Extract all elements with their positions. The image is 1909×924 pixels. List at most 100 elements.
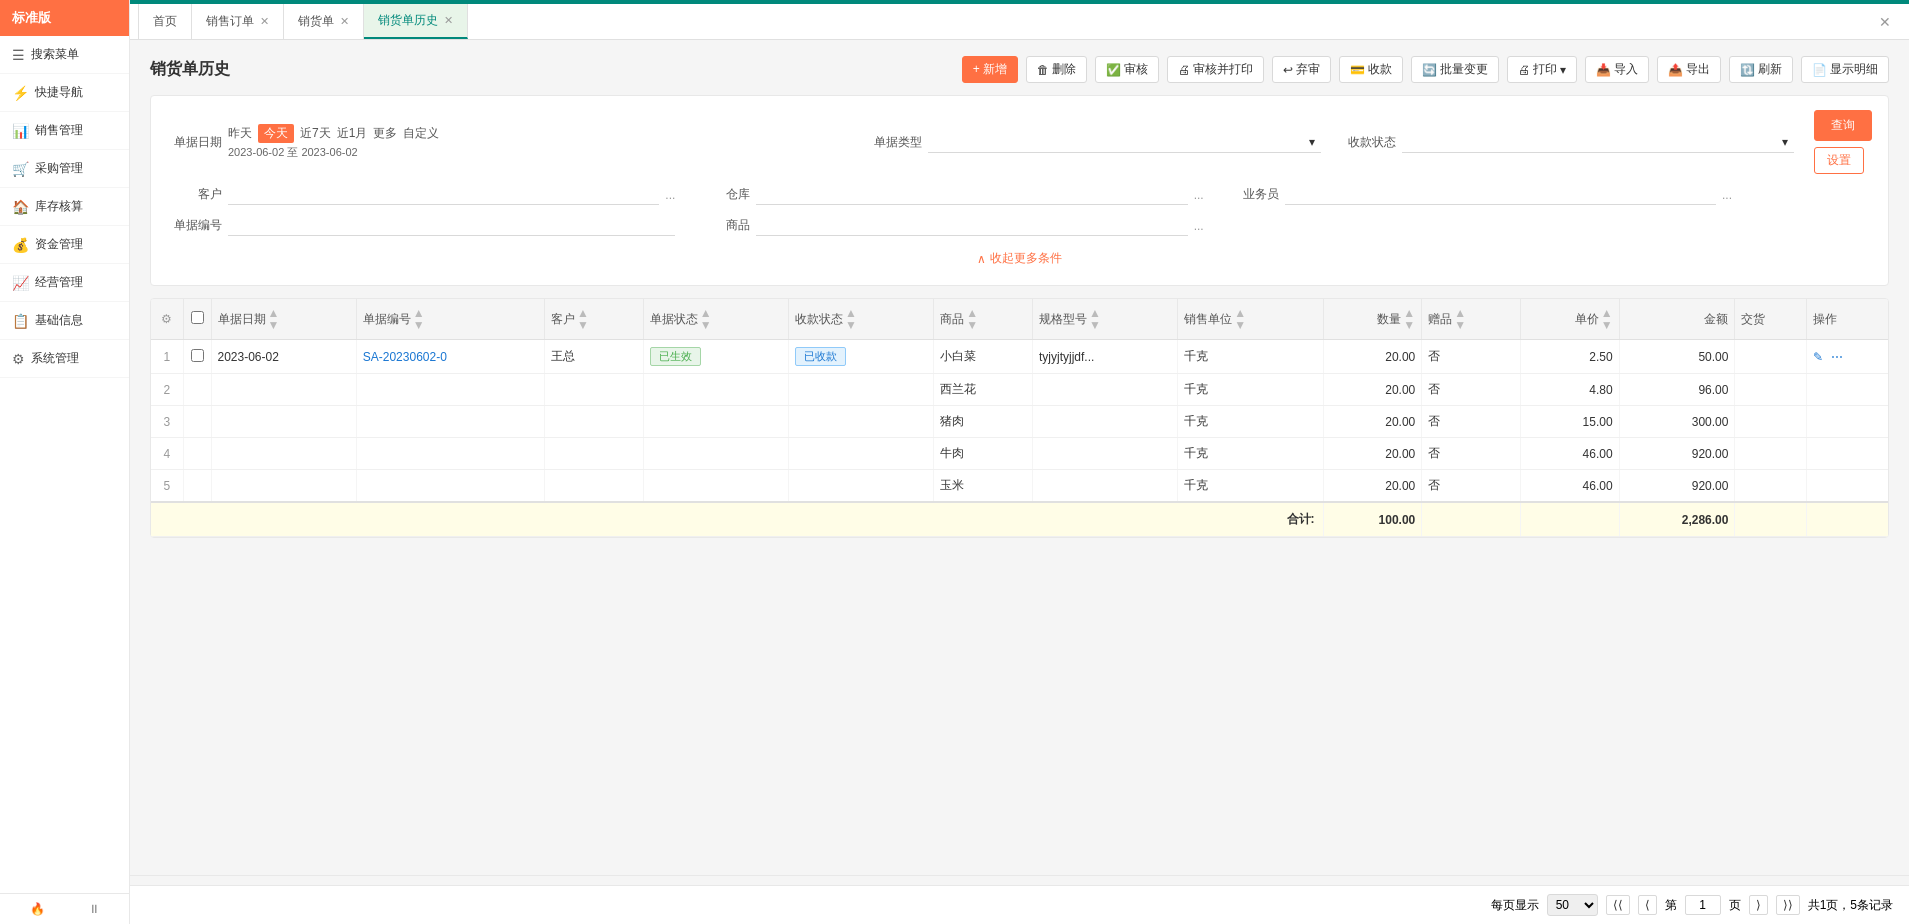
abandon-button[interactable]: ↩ 弃审	[1272, 56, 1331, 83]
sort-customer[interactable]: 客户 ▲▼	[551, 307, 589, 331]
sort-payment-status[interactable]: 收款状态 ▲▼	[795, 307, 857, 331]
filter-product-input[interactable]	[756, 215, 1187, 236]
sidebar-logo: 标准版	[0, 0, 129, 36]
edit-action[interactable]: ✎	[1813, 350, 1823, 364]
filter-customer-input[interactable]	[228, 184, 659, 205]
row-checkbox[interactable]	[191, 349, 204, 362]
sidebar-footer-icon1[interactable]: 🔥	[30, 902, 45, 916]
cell-payment-status	[789, 470, 934, 503]
cell-price: 15.00	[1520, 406, 1619, 438]
close-all-tabs-btn[interactable]: ✕	[1869, 14, 1901, 30]
summary-transaction-filler	[1735, 502, 1807, 537]
audit-button[interactable]: ✅ 审核	[1095, 56, 1159, 83]
sidebar-item-operations[interactable]: 📈 经营管理	[0, 264, 129, 302]
table-gear-icon[interactable]: ⚙	[161, 312, 172, 326]
batch-change-button[interactable]: 🔄 批量变更	[1411, 56, 1499, 83]
sidebar-item-sales-mgmt[interactable]: 📊 销售管理	[0, 112, 129, 150]
th-gear[interactable]: ⚙	[151, 299, 183, 340]
date-shortcut-more[interactable]: 更多	[373, 125, 397, 142]
date-shortcut-today[interactable]: 今天	[258, 124, 294, 143]
delete-button[interactable]: 🗑 删除	[1026, 56, 1087, 83]
sort-spec[interactable]: 规格型号 ▲▼	[1039, 307, 1101, 331]
audit-print-icon: 🖨	[1178, 63, 1190, 77]
filter-payment-status-select[interactable]: ▾	[1402, 132, 1794, 153]
tab-sales-invoice[interactable]: 销货单 ✕	[284, 4, 364, 39]
export-button[interactable]: 📤 导出	[1657, 56, 1721, 83]
date-shortcut-yesterday[interactable]: 昨天	[228, 125, 252, 142]
refresh-button[interactable]: 🔃 刷新	[1729, 56, 1793, 83]
cell-doc-no	[356, 470, 544, 503]
sidebar-item-finance[interactable]: 💰 资金管理	[0, 226, 129, 264]
sidebar-item-basic-info[interactable]: 📋 基础信息	[0, 302, 129, 340]
select-all-checkbox[interactable]	[191, 311, 204, 324]
finance-icon: 💰	[12, 237, 29, 253]
cell-seq: 5	[151, 470, 183, 503]
page-size-select[interactable]: 20 50 100	[1547, 894, 1598, 916]
show-detail-button[interactable]: 📄 显示明细	[1801, 56, 1889, 83]
date-shortcut-custom[interactable]: 自定义	[403, 125, 439, 142]
sort-doc-no[interactable]: 单据编号 ▲▼	[363, 307, 425, 331]
tab-sales-history[interactable]: 销货单历史 ✕	[364, 4, 468, 39]
prev-page-btn[interactable]: ⟨	[1638, 895, 1657, 915]
filter-warehouse-input[interactable]	[756, 184, 1187, 205]
filter-doc-no-input[interactable]	[228, 215, 675, 236]
add-button[interactable]: + 新增	[962, 56, 1018, 83]
tab-sales-order[interactable]: 销售订单 ✕	[192, 4, 284, 39]
tab-sales-order-close[interactable]: ✕	[260, 15, 269, 28]
cell-customer	[545, 374, 644, 406]
tab-sales-invoice-close[interactable]: ✕	[340, 15, 349, 28]
sidebar-item-search-menu-label: 搜索菜单	[31, 46, 79, 63]
sidebar-footer-icon2[interactable]: ⏸	[88, 902, 100, 916]
page-number-input[interactable]	[1685, 895, 1721, 915]
cell-unit: 千克	[1178, 406, 1323, 438]
filter-salesperson-input[interactable]	[1285, 184, 1716, 205]
query-button[interactable]: 查询	[1814, 110, 1872, 141]
print-button[interactable]: 🖨 打印 ▾	[1507, 56, 1577, 83]
sort-arrows-unit: ▲▼	[1234, 307, 1246, 331]
cell-date	[211, 438, 356, 470]
tab-home[interactable]: 首页	[138, 4, 192, 39]
collect-button[interactable]: 💳 收款	[1339, 56, 1403, 83]
sort-product[interactable]: 商品 ▲▼	[940, 307, 978, 331]
sort-price[interactable]: 单价 ▲▼	[1575, 307, 1613, 331]
sort-unit[interactable]: 销售单位 ▲▼	[1184, 307, 1246, 331]
sidebar-item-purchase-mgmt[interactable]: 🛒 采购管理	[0, 150, 129, 188]
filter-salesperson-dots[interactable]: ...	[1722, 188, 1732, 202]
cell-date	[211, 406, 356, 438]
date-shortcut-7days[interactable]: 近7天	[300, 125, 331, 142]
sidebar-item-inventory[interactable]: 🏠 库存核算	[0, 188, 129, 226]
sidebar-item-search-menu[interactable]: ☰ 搜索菜单	[0, 36, 129, 74]
sort-date[interactable]: 单据日期 ▲▼	[218, 307, 280, 331]
settings-button[interactable]: 设置	[1814, 147, 1864, 174]
filter-customer: 客户 ...	[167, 184, 675, 205]
filter-warehouse-dots[interactable]: ...	[1194, 188, 1204, 202]
sort-gift[interactable]: 赠品 ▲▼	[1428, 307, 1466, 331]
sidebar-item-sys-mgmt[interactable]: ⚙ 系统管理	[0, 340, 129, 378]
sort-doc-status[interactable]: 单据状态 ▲▼	[650, 307, 712, 331]
filter-product-dots[interactable]: ...	[1194, 219, 1204, 233]
next-page-btn[interactable]: ⟩	[1749, 895, 1768, 915]
horizontal-scrollbar[interactable]	[130, 875, 1909, 885]
sort-arrows-qty: ▲▼	[1403, 307, 1415, 331]
audit-print-button[interactable]: 🖨 审核并打印	[1167, 56, 1264, 83]
last-page-btn[interactable]: ⟩⟩	[1776, 895, 1800, 915]
filter-customer-dots[interactable]: ...	[665, 188, 675, 202]
cell-payment-status	[789, 374, 934, 406]
import-button[interactable]: 📥 导入	[1585, 56, 1649, 83]
date-shortcut-1month[interactable]: 近1月	[337, 125, 368, 142]
sidebar-item-quick-nav[interactable]: ⚡ 快捷导航	[0, 74, 129, 112]
cell-price: 2.50	[1520, 340, 1619, 374]
sort-qty[interactable]: 数量 ▲▼	[1377, 307, 1415, 331]
filter-doc-type-select[interactable]: ▾	[928, 132, 1320, 153]
cell-doc-status	[643, 406, 788, 438]
abandon-icon: ↩	[1283, 63, 1293, 77]
first-page-btn[interactable]: ⟨⟨	[1606, 895, 1630, 915]
cell-product: 小白菜	[934, 340, 1033, 374]
purchase-mgmt-icon: 🛒	[12, 161, 29, 177]
tab-sales-history-close[interactable]: ✕	[444, 14, 453, 27]
th-qty: 数量 ▲▼	[1323, 299, 1422, 340]
cell-date	[211, 470, 356, 503]
print-dropdown-icon: ▾	[1560, 63, 1566, 77]
collapse-button[interactable]: ∧ 收起更多条件	[167, 246, 1872, 271]
more-action[interactable]: ⋯	[1831, 350, 1843, 364]
